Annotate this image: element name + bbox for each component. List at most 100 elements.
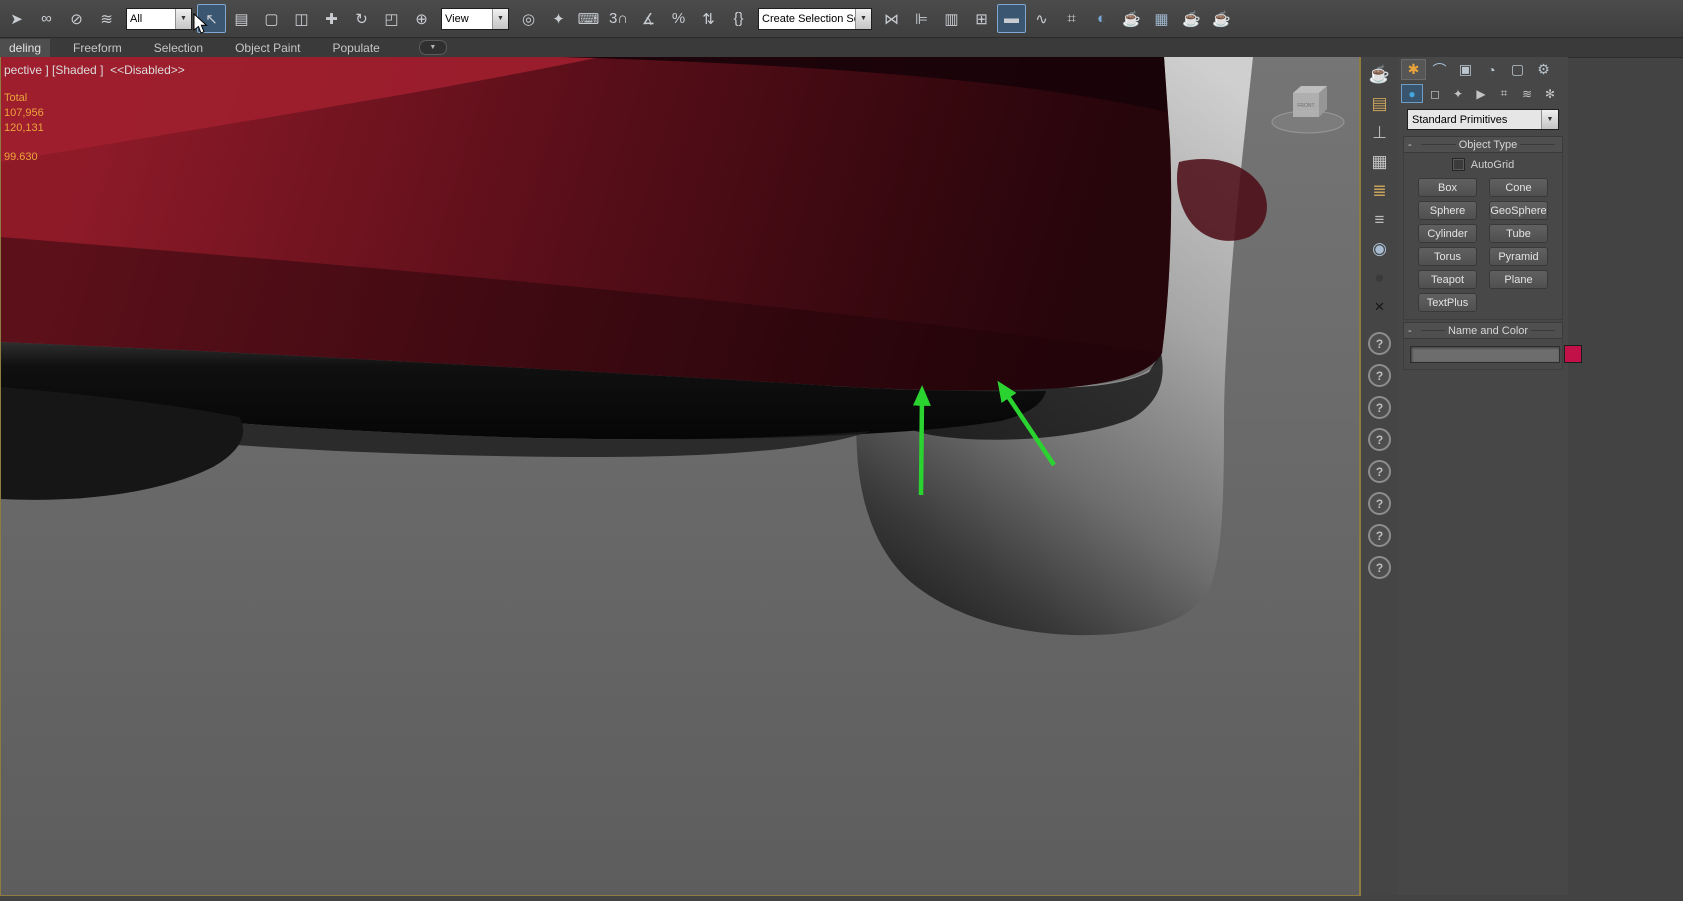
subtab-space-warps[interactable]: ≋ xyxy=(1516,84,1538,103)
mirror-icon[interactable]: ⋈ xyxy=(877,4,906,33)
button-textplus[interactable]: TextPlus xyxy=(1418,293,1477,312)
unlink-selection-icon[interactable]: ⊘ xyxy=(62,4,91,33)
toolbar-icon-glyph: ⌗ xyxy=(1067,10,1076,27)
category-dropdown[interactable]: Standard Primitives ▼ xyxy=(1407,109,1559,130)
button-sphere[interactable]: Sphere xyxy=(1418,201,1477,220)
autogrid-checkbox[interactable] xyxy=(1451,158,1465,171)
button-cone[interactable]: Cone xyxy=(1489,178,1548,197)
ribbon-tab-freeform[interactable]: Freeform xyxy=(64,39,131,57)
button-cylinder[interactable]: Cylinder xyxy=(1418,224,1477,243)
subtab-systems[interactable]: ✻ xyxy=(1539,84,1561,103)
tab-utilities[interactable]: ⚙ xyxy=(1531,59,1556,80)
curve-editor-icon[interactable]: ∿ xyxy=(1027,4,1056,33)
ribbon-tab-populate[interactable]: Populate xyxy=(323,39,388,57)
percent-snap-icon[interactable]: % xyxy=(664,4,693,33)
reference-coordinate-dropdown[interactable]: View ▼ xyxy=(441,7,509,30)
tab-create[interactable]: ✱ xyxy=(1401,59,1426,80)
schematic-view-icon[interactable]: ⌗ xyxy=(1057,4,1086,33)
selection-filter-dropdown[interactable]: All ▼ xyxy=(126,7,192,30)
object-type-rollout-header[interactable]: - Object Type xyxy=(1403,136,1563,153)
snaps-toggle-icon[interactable]: 3∩ xyxy=(604,4,633,33)
dark-sphere-icon[interactable]: ● xyxy=(1366,264,1394,292)
angle-snap-icon[interactable]: ∡ xyxy=(634,4,663,33)
tab-motion[interactable]: ◔ xyxy=(1479,59,1504,80)
select-and-manipulate-icon[interactable]: ✦ xyxy=(544,4,573,33)
help-button[interactable]: ? xyxy=(1368,492,1391,515)
primitive-buttons: Box Cone Sphere GeoSphere Cylinder Tube Torus P… xyxy=(1408,178,1558,312)
window-crossing-icon[interactable]: ◫ xyxy=(287,4,316,33)
scene-explorer-icon[interactable]: ▥ xyxy=(937,4,966,33)
ribbon-toggle-icon[interactable]: ▬ xyxy=(997,4,1026,33)
ribbon-tab-selection[interactable]: Selection xyxy=(145,39,212,57)
help-button[interactable]: ? xyxy=(1368,396,1391,419)
viewport-label[interactable]: pective ] [Shaded ] <<Disabled>> xyxy=(4,63,185,77)
header-line xyxy=(1421,144,1456,145)
spinner-snap-icon[interactable]: ⇅ xyxy=(694,4,723,33)
button-pyramid[interactable]: Pyramid xyxy=(1489,247,1548,266)
object-name-input[interactable] xyxy=(1410,345,1560,363)
layers-icon[interactable]: ≣ xyxy=(1366,177,1394,205)
viewport-statistics: Total 107,956 120,131 99.630 xyxy=(4,91,44,165)
perspective-viewport[interactable]: FRONT pective ] [Shaded ] <<Disabled>> T… xyxy=(0,57,1361,896)
help-button[interactable]: ? xyxy=(1368,524,1391,547)
button-plane[interactable]: Plane xyxy=(1489,270,1548,289)
subtab-geometry[interactable]: ● xyxy=(1401,84,1423,103)
autogrid-label: AutoGrid xyxy=(1470,158,1515,171)
name-color-rollout-header[interactable]: - Name and Color xyxy=(1403,322,1563,339)
tab-modify[interactable]: ⌒ xyxy=(1427,59,1452,80)
button-torus[interactable]: Torus xyxy=(1418,247,1477,266)
archive-box-icon[interactable]: ▤ xyxy=(1366,90,1394,118)
select-and-link-icon[interactable]: ∞ xyxy=(32,4,61,33)
material-editor-icon[interactable]: ◐ xyxy=(1087,4,1116,33)
bind-to-space-warp-icon[interactable]: ≋ xyxy=(92,4,121,33)
help-button[interactable]: ? xyxy=(1368,364,1391,387)
checker-map-icon[interactable]: ▦ xyxy=(1366,148,1394,176)
object-color-swatch[interactable] xyxy=(1564,345,1582,363)
help-button[interactable]: ? xyxy=(1368,460,1391,483)
render-production-icon[interactable]: ☕ xyxy=(1177,4,1206,33)
edit-named-selection-sets-icon[interactable]: {} xyxy=(724,4,753,33)
ribbon-minimize-button[interactable]: ▼ xyxy=(418,40,447,55)
select-and-move-icon[interactable]: ✚ xyxy=(317,4,346,33)
delete-x-icon[interactable]: × xyxy=(1366,293,1394,321)
ribbon-tab-object-paint[interactable]: Object Paint xyxy=(226,39,309,57)
subtab-lights[interactable]: ✦ xyxy=(1447,84,1469,103)
toolbar-group-link: ➤ ∞ ⊘ ≋ xyxy=(2,4,121,33)
tab-display[interactable]: ▢ xyxy=(1505,59,1530,80)
help-button[interactable]: ? xyxy=(1368,428,1391,451)
help-button[interactable]: ? xyxy=(1368,556,1391,579)
keyboard-shortcut-override-icon[interactable]: ⌨ xyxy=(574,4,603,33)
select-and-scale-icon[interactable]: ◰ xyxy=(377,4,406,33)
toolbar-group-snaps: ◎ ✦ ⌨ 3∩ ∡% ⇅ {} xyxy=(514,4,753,33)
help-button[interactable]: ? xyxy=(1368,332,1391,355)
stand-icon[interactable]: ⊥ xyxy=(1366,119,1394,147)
layer-explorer-icon[interactable]: ⊞ xyxy=(967,4,996,33)
render-flyout-icon[interactable]: ☕ xyxy=(1207,4,1236,33)
render-setup-icon[interactable]: ☕ xyxy=(1117,4,1146,33)
button-geosphere[interactable]: GeoSphere xyxy=(1489,201,1548,220)
use-pivot-point-center-icon[interactable]: ◎ xyxy=(514,4,543,33)
select-and-rotate-icon[interactable]: ↻ xyxy=(347,4,376,33)
stack-icon[interactable]: ≡ xyxy=(1366,206,1394,234)
subtab-shapes[interactable]: ◻ xyxy=(1424,84,1446,103)
select-and-place-icon[interactable]: ⊕ xyxy=(407,4,436,33)
button-teapot[interactable]: Teapot xyxy=(1418,270,1477,289)
subtab-cameras[interactable]: ▶ xyxy=(1470,84,1492,103)
align-icon[interactable]: ⊫ xyxy=(907,4,936,33)
render-teapot-icon[interactable]: ☕ xyxy=(1366,61,1394,89)
button-tube[interactable]: Tube xyxy=(1489,224,1548,243)
rendered-frame-icon[interactable]: ▦ xyxy=(1147,4,1176,33)
object-type-rollout: - Object Type AutoGrid Box Cone Sphere GeoS… xyxy=(1403,136,1563,320)
subtab-helpers[interactable]: ⌗ xyxy=(1493,84,1515,103)
select-by-name-icon[interactable]: ▤ xyxy=(227,4,256,33)
rectangular-selection-icon[interactable]: ▢ xyxy=(257,4,286,33)
ribbon-tab-modeling[interactable]: deling xyxy=(0,38,51,57)
toolbar-icon-glyph: ◰ xyxy=(384,10,399,28)
link-cursor-icon[interactable]: ➤ xyxy=(2,4,31,33)
tab-hierarchy[interactable]: ▣ xyxy=(1453,59,1478,80)
select-object-icon[interactable]: ↖ xyxy=(197,4,226,33)
button-box[interactable]: Box xyxy=(1418,178,1477,197)
subtab-glyph: ● xyxy=(1408,86,1416,101)
named-selection-sets-dropdown[interactable]: Create Selection Se ▼ xyxy=(758,7,872,30)
striped-sphere-icon[interactable]: ◉ xyxy=(1366,235,1394,263)
